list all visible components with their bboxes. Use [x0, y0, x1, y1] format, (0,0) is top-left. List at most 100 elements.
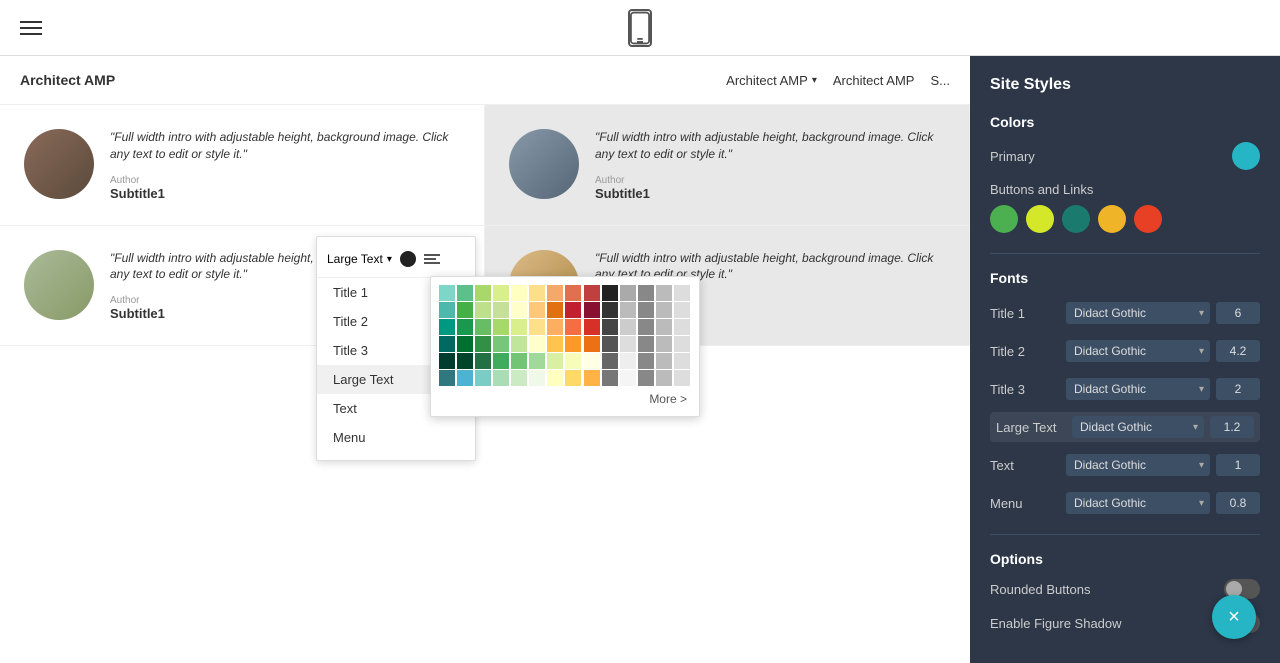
color-swatch[interactable]: [602, 336, 618, 352]
color-swatch[interactable]: [511, 353, 527, 369]
font-size-input-1[interactable]: [1216, 340, 1260, 362]
color-swatch-gray3[interactable]: [674, 302, 690, 318]
color-swatch[interactable]: [565, 302, 581, 318]
color-swatch[interactable]: [584, 319, 600, 335]
color-swatch[interactable]: [584, 353, 600, 369]
color-swatch[interactable]: [547, 353, 563, 369]
color-swatch[interactable]: [602, 302, 618, 318]
color-swatch[interactable]: [439, 285, 455, 301]
nav-link-3[interactable]: S...: [930, 73, 950, 88]
color-swatch[interactable]: [547, 285, 563, 301]
color-swatch[interactable]: [457, 302, 473, 318]
color-swatch-gray2[interactable]: [656, 319, 672, 335]
btn-color-amber[interactable]: [1098, 205, 1126, 233]
color-swatch[interactable]: [493, 370, 509, 386]
color-swatch-gray[interactable]: [638, 353, 654, 369]
color-swatch[interactable]: [457, 370, 473, 386]
color-swatch-gray[interactable]: [638, 370, 654, 386]
color-swatch[interactable]: [529, 353, 545, 369]
toolbar-item-menu[interactable]: Menu: [317, 423, 475, 452]
color-swatch[interactable]: [493, 336, 509, 352]
color-swatch[interactable]: [511, 319, 527, 335]
color-swatch[interactable]: [565, 353, 581, 369]
color-swatch[interactable]: [439, 353, 455, 369]
font-size-input-2[interactable]: [1216, 378, 1260, 400]
color-swatch[interactable]: [457, 285, 473, 301]
color-swatch[interactable]: [511, 285, 527, 301]
toolbar-style-select[interactable]: Large Text: [327, 252, 392, 266]
color-swatch[interactable]: [457, 336, 473, 352]
color-swatch[interactable]: [475, 370, 491, 386]
mobile-preview-icon[interactable]: [628, 9, 652, 47]
font-size-input-4[interactable]: [1216, 454, 1260, 476]
color-swatch[interactable]: [493, 353, 509, 369]
color-swatch[interactable]: [511, 370, 527, 386]
color-swatch[interactable]: [565, 336, 581, 352]
btn-color-green[interactable]: [990, 205, 1018, 233]
color-swatch-gray[interactable]: [638, 285, 654, 301]
color-swatch[interactable]: [529, 336, 545, 352]
color-swatch[interactable]: [439, 302, 455, 318]
nav-link-2[interactable]: Architect AMP: [833, 73, 915, 88]
color-swatch[interactable]: [565, 285, 581, 301]
close-fab[interactable]: ×: [1212, 595, 1256, 639]
color-swatch-gray3[interactable]: [674, 285, 690, 301]
color-swatch[interactable]: [475, 302, 491, 318]
color-swatch-gray3[interactable]: [674, 319, 690, 335]
color-swatch[interactable]: [475, 319, 491, 335]
color-swatch[interactable]: [620, 353, 636, 369]
toolbar-color-swatch[interactable]: [400, 251, 416, 267]
color-more-button[interactable]: More >: [439, 386, 691, 408]
color-swatch[interactable]: [584, 302, 600, 318]
font-select-2[interactable]: Didact Gothic: [1066, 378, 1199, 400]
color-swatch[interactable]: [620, 302, 636, 318]
color-swatch[interactable]: [529, 319, 545, 335]
color-swatch-gray2[interactable]: [656, 285, 672, 301]
color-swatch[interactable]: [493, 302, 509, 318]
color-swatch[interactable]: [511, 336, 527, 352]
color-swatch[interactable]: [439, 370, 455, 386]
color-swatch[interactable]: [620, 285, 636, 301]
color-swatch[interactable]: [620, 336, 636, 352]
btn-color-teal[interactable]: [1062, 205, 1090, 233]
color-swatch[interactable]: [602, 370, 618, 386]
color-swatch-gray2[interactable]: [656, 336, 672, 352]
color-swatch[interactable]: [529, 302, 545, 318]
color-swatch[interactable]: [547, 370, 563, 386]
color-swatch[interactable]: [565, 370, 581, 386]
font-size-input-0[interactable]: [1216, 302, 1260, 324]
color-swatch[interactable]: [475, 336, 491, 352]
btn-color-red[interactable]: [1134, 205, 1162, 233]
color-swatch-gray3[interactable]: [674, 353, 690, 369]
color-swatch[interactable]: [475, 285, 491, 301]
font-select-4[interactable]: Didact Gothic: [1066, 454, 1199, 476]
color-swatch-gray2[interactable]: [656, 353, 672, 369]
font-size-input-3[interactable]: [1210, 416, 1254, 438]
color-swatch[interactable]: [457, 353, 473, 369]
color-swatch[interactable]: [493, 285, 509, 301]
font-select-0[interactable]: Didact Gothic: [1066, 302, 1199, 324]
color-swatch[interactable]: [547, 319, 563, 335]
color-swatch[interactable]: [602, 285, 618, 301]
color-swatch-gray[interactable]: [638, 319, 654, 335]
color-swatch-gray2[interactable]: [656, 370, 672, 386]
color-swatch[interactable]: [439, 319, 455, 335]
color-swatch[interactable]: [493, 319, 509, 335]
font-select-1[interactable]: Didact Gothic: [1066, 340, 1199, 362]
color-swatch-gray2[interactable]: [656, 302, 672, 318]
color-swatch[interactable]: [511, 302, 527, 318]
color-swatch[interactable]: [620, 319, 636, 335]
color-swatch[interactable]: [584, 370, 600, 386]
color-swatch-gray[interactable]: [638, 302, 654, 318]
color-swatch[interactable]: [529, 370, 545, 386]
color-swatch[interactable]: [439, 336, 455, 352]
color-swatch-gray3[interactable]: [674, 370, 690, 386]
hamburger-menu[interactable]: [20, 21, 42, 35]
toolbar-align-button[interactable]: [424, 254, 440, 264]
btn-color-yellow[interactable]: [1026, 205, 1054, 233]
font-size-input-5[interactable]: [1216, 492, 1260, 514]
color-swatch[interactable]: [457, 319, 473, 335]
font-select-3[interactable]: Didact Gothic: [1072, 416, 1193, 438]
color-swatch-gray[interactable]: [638, 336, 654, 352]
color-swatch[interactable]: [565, 319, 581, 335]
